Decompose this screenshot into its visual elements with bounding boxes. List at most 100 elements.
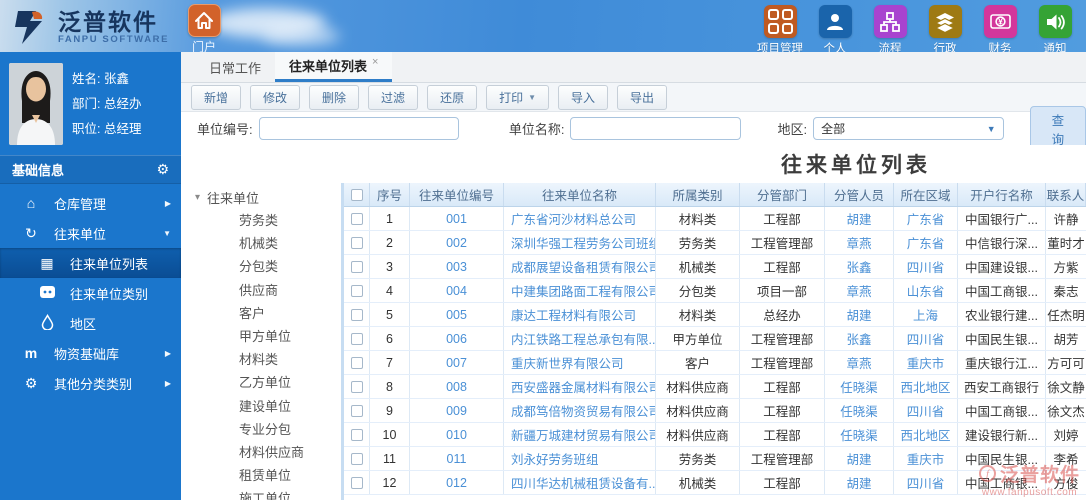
restore-button[interactable]: 还原 (427, 84, 478, 110)
tree-item[interactable]: 施工单位 (195, 487, 341, 500)
tree-item[interactable]: 专业分包 (195, 418, 341, 441)
table-row[interactable]: 1 001 广东省河沙材料总公司 材料类 工程部 胡建 广东省 中国银行广...… (344, 207, 1086, 231)
cell-manager[interactable]: 胡建 (825, 471, 894, 494)
tab-counterparty-list[interactable]: 往来单位列表 × (275, 52, 393, 82)
edit-button[interactable]: 修改 (250, 84, 301, 110)
sidebar-item-warehouse[interactable]: ⌂ 仓库管理 ▶ (0, 188, 181, 218)
cell-region[interactable]: 广东省 (894, 207, 958, 230)
cell-region[interactable]: 西北地区 (894, 423, 958, 446)
col-contact[interactable]: 联系人 (1046, 183, 1086, 206)
cell-region[interactable]: 西北地区 (894, 375, 958, 398)
cell-unit-code[interactable]: 008 (410, 375, 504, 398)
row-checkbox[interactable] (350, 260, 363, 273)
unit-name-input[interactable] (570, 117, 742, 140)
table-row[interactable]: 6 006 内江铁路工程总承包有限... 甲方单位 工程管理部 张鑫 四川省 中… (344, 327, 1086, 351)
sidebar-section-basic-info[interactable]: 基础信息 ⚙ (0, 155, 181, 184)
cell-region[interactable]: 重庆市 (894, 351, 958, 374)
cell-unit-code[interactable]: 011 (410, 447, 504, 470)
sidebar-item-counterparty-category[interactable]: 往来单位类别 (0, 278, 181, 308)
cell-unit-code[interactable]: 010 (410, 423, 504, 446)
row-checkbox[interactable] (350, 404, 363, 417)
tree-item[interactable]: 客户 (195, 302, 341, 325)
cell-unit-name[interactable]: 新疆万城建材贸易有限公司 (504, 423, 656, 446)
sidebar-item-material-base[interactable]: m 物资基础库 ▶ (0, 338, 181, 368)
tree-item[interactable]: 甲方单位 (195, 325, 341, 348)
cell-region[interactable]: 山东省 (894, 279, 958, 302)
module-notice[interactable]: 通知 (1034, 5, 1076, 56)
cell-manager[interactable]: 任晓渠 (825, 399, 894, 422)
row-checkbox[interactable] (350, 476, 363, 489)
tree-item[interactable]: 建设单位 (195, 395, 341, 418)
tab-daily-work[interactable]: 日常工作 (195, 52, 275, 82)
cell-unit-code[interactable]: 004 (410, 279, 504, 302)
import-button[interactable]: 导入 (558, 84, 609, 110)
tree-item[interactable]: 机械类 (195, 232, 341, 255)
col-bank[interactable]: 开户行名称 (958, 183, 1046, 206)
tree-item[interactable]: 劳务类 (195, 209, 341, 232)
portal-button[interactable]: 门户 (184, 4, 224, 55)
table-row[interactable]: 12 012 四川华达机械租赁设备有... 机械类 工程部 胡建 四川省 中国工… (344, 471, 1086, 495)
tree-item[interactable]: 材料供应商 (195, 441, 341, 464)
table-row[interactable]: 10 010 新疆万城建材贸易有限公司 材料供应商 工程部 任晓渠 西北地区 建… (344, 423, 1086, 447)
cell-unit-code[interactable]: 009 (410, 399, 504, 422)
gear-icon[interactable]: ⚙ (156, 161, 169, 178)
cell-manager[interactable]: 章燕 (825, 351, 894, 374)
cell-region[interactable]: 广东省 (894, 231, 958, 254)
table-row[interactable]: 8 008 西安盛器金属材料有限公司 材料供应商 工程部 任晓渠 西北地区 西安… (344, 375, 1086, 399)
cell-unit-name[interactable]: 中建集团路面工程有限公司 (504, 279, 656, 302)
cell-manager[interactable]: 张鑫 (825, 327, 894, 350)
table-row[interactable]: 2 002 深圳华强工程劳务公司班组 劳务类 工程管理部 章燕 广东省 中信银行… (344, 231, 1086, 255)
cell-manager[interactable]: 胡建 (825, 303, 894, 326)
col-dept[interactable]: 分管部门 (740, 183, 825, 206)
table-row[interactable]: 11 011 刘永好劳务班组 劳务类 工程管理部 胡建 重庆市 中国民生银...… (344, 447, 1086, 471)
tree-item[interactable]: 供应商 (195, 279, 341, 302)
cell-region[interactable]: 重庆市 (894, 447, 958, 470)
delete-button[interactable]: 删除 (309, 84, 360, 110)
cell-region[interactable]: 四川省 (894, 471, 958, 494)
module-personal[interactable]: 个人 (814, 5, 856, 56)
unit-code-input[interactable] (258, 117, 459, 140)
select-all-checkbox[interactable] (350, 188, 363, 201)
sidebar-item-region[interactable]: 地区 (0, 308, 181, 338)
tree-item[interactable]: 分包类 (195, 255, 341, 278)
table-row[interactable]: 5 005 康达工程材料有限公司 材料类 总经办 胡建 上海 农业银行建... … (344, 303, 1086, 327)
cell-unit-name[interactable]: 深圳华强工程劳务公司班组 (504, 231, 656, 254)
tree-item[interactable]: 乙方单位 (195, 371, 341, 394)
cell-manager[interactable]: 胡建 (825, 207, 894, 230)
table-row[interactable]: 7 007 重庆新世界有限公司 客户 工程管理部 章燕 重庆市 重庆银行江...… (344, 351, 1086, 375)
row-checkbox[interactable] (350, 380, 363, 393)
col-unit-name[interactable]: 往来单位名称 (504, 183, 656, 206)
export-button[interactable]: 导出 (617, 84, 668, 110)
region-select[interactable]: 全部 ▼ (813, 117, 1004, 140)
cell-unit-name[interactable]: 广东省河沙材料总公司 (504, 207, 656, 230)
cell-manager[interactable]: 任晓渠 (825, 423, 894, 446)
cell-region[interactable]: 上海 (894, 303, 958, 326)
cell-unit-code[interactable]: 005 (410, 303, 504, 326)
cell-unit-name[interactable]: 康达工程材料有限公司 (504, 303, 656, 326)
cell-unit-code[interactable]: 007 (410, 351, 504, 374)
cell-region[interactable]: 四川省 (894, 327, 958, 350)
module-workflow[interactable]: 流程 (869, 5, 911, 56)
cell-unit-name[interactable]: 刘永好劳务班组 (504, 447, 656, 470)
cell-unit-name[interactable]: 成都笃倍物资贸易有限公司 (504, 399, 656, 422)
sidebar-item-other-category[interactable]: ⚙ 其他分类类别 ▶ (0, 368, 181, 398)
cell-manager[interactable]: 章燕 (825, 279, 894, 302)
cell-region[interactable]: 四川省 (894, 399, 958, 422)
row-checkbox[interactable] (350, 212, 363, 225)
row-checkbox[interactable] (350, 452, 363, 465)
cell-unit-code[interactable]: 006 (410, 327, 504, 350)
row-checkbox[interactable] (350, 308, 363, 321)
row-checkbox[interactable] (350, 284, 363, 297)
cell-unit-code[interactable]: 001 (410, 207, 504, 230)
cell-region[interactable]: 四川省 (894, 255, 958, 278)
close-icon[interactable]: × (372, 56, 378, 68)
cell-unit-code[interactable]: 002 (410, 231, 504, 254)
cell-unit-code[interactable]: 003 (410, 255, 504, 278)
col-index[interactable]: 序号 (370, 183, 410, 206)
cell-manager[interactable]: 章燕 (825, 231, 894, 254)
table-row[interactable]: 9 009 成都笃倍物资贸易有限公司 材料供应商 工程部 任晓渠 四川省 中国工… (344, 399, 1086, 423)
cell-manager[interactable]: 胡建 (825, 447, 894, 470)
tree-item[interactable]: 租赁单位 (195, 464, 341, 487)
filter-button[interactable]: 过滤 (368, 84, 419, 110)
col-manager[interactable]: 分管人员 (825, 183, 894, 206)
